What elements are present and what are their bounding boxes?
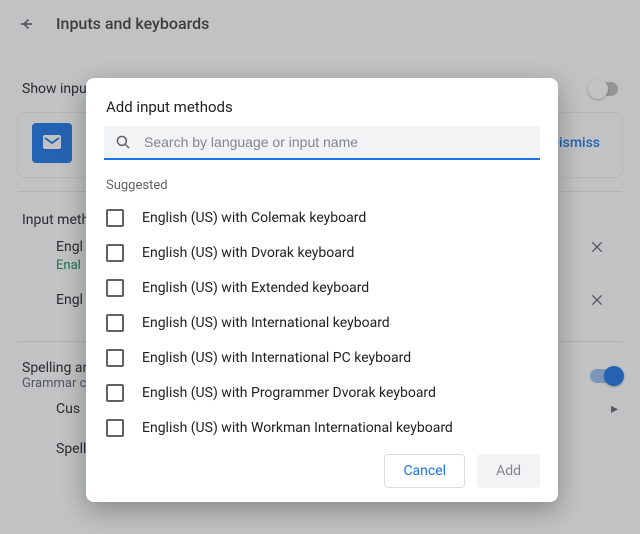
input-method-option-label: English (US) with Colemak keyboard [142,210,366,226]
input-method-option-label: English (US) with Programmer Dvorak keyb… [142,385,436,401]
input-method-option[interactable]: English (US) with International PC keybo… [86,341,558,376]
input-method-option-label: English (US) with Dvorak keyboard [142,245,354,261]
input-method-option-list: English (US) with Colemak keyboard Englis… [86,201,558,442]
input-method-option[interactable]: English (US) with Extended keyboard [86,271,558,306]
checkbox[interactable] [106,279,124,297]
checkbox[interactable] [106,349,124,367]
dialog-title: Add input methods [86,78,558,126]
cancel-button[interactable]: Cancel [384,454,465,488]
input-method-option[interactable]: English (US) with Workman International … [86,411,558,442]
checkbox[interactable] [106,209,124,227]
add-button[interactable]: Add [477,454,540,488]
input-method-option-label: English (US) with Workman International … [142,420,453,436]
input-method-option-label: English (US) with Extended keyboard [142,280,369,296]
input-method-option[interactable]: English (US) with Dvorak keyboard [86,236,558,271]
checkbox[interactable] [106,244,124,262]
input-method-option-label: English (US) with International keyboard [142,315,390,331]
search-field[interactable] [104,126,540,160]
input-method-option[interactable]: English (US) with Programmer Dvorak keyb… [86,376,558,411]
input-method-option-label: English (US) with International PC keybo… [142,350,411,366]
checkbox[interactable] [106,314,124,332]
checkbox[interactable] [106,419,124,437]
search-input[interactable] [144,134,530,150]
checkbox[interactable] [106,384,124,402]
dialog-actions: Cancel Add [86,442,558,502]
suggested-label: Suggested [86,160,558,201]
add-input-methods-dialog: Add input methods Suggested English (US)… [86,78,558,502]
search-icon [114,133,132,151]
input-method-option[interactable]: English (US) with Colemak keyboard [86,201,558,236]
input-method-option[interactable]: English (US) with International keyboard [86,306,558,341]
